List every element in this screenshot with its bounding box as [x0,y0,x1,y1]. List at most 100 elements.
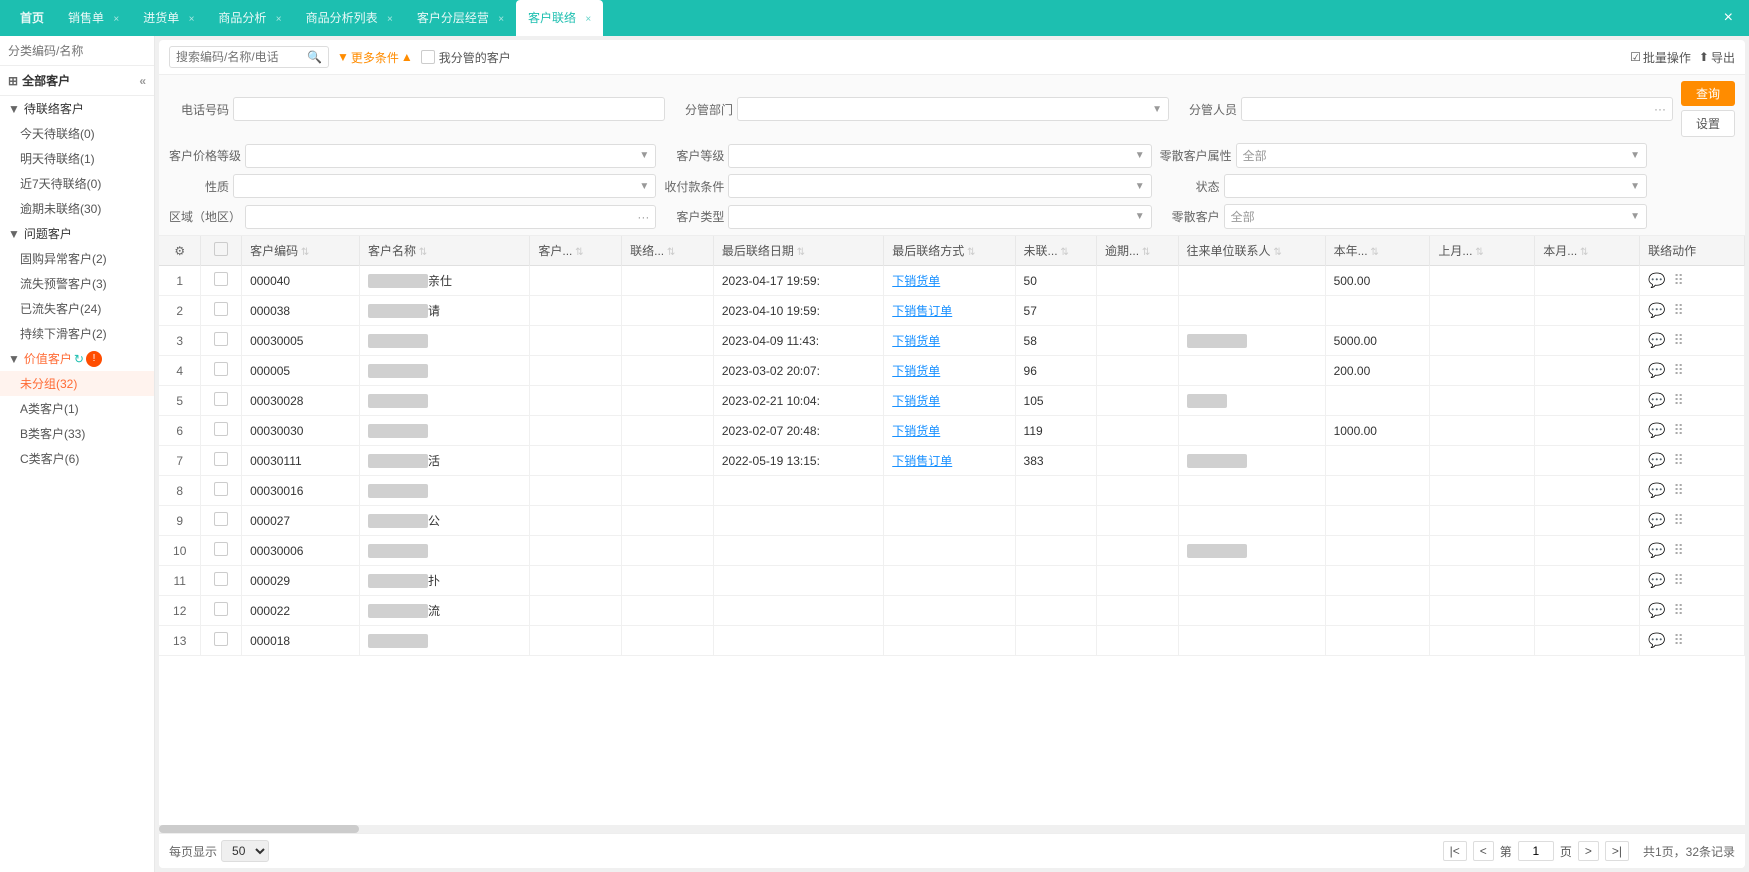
collapse-icon[interactable]: « [139,74,146,88]
contact-icon[interactable]: 💬 [1648,452,1665,469]
row-checkbox[interactable] [214,572,228,586]
more-icon[interactable]: ⠿ [1674,272,1684,289]
next-page-btn[interactable]: > [1578,841,1599,861]
sidebar-item-ungrouped[interactable]: 未分组(32) [0,371,154,396]
row-checkbox[interactable] [214,482,228,496]
last-way-link[interactable]: 下销货单 [892,394,940,408]
contact-icon[interactable]: 💬 [1648,512,1665,529]
contact-icon[interactable]: 💬 [1648,272,1665,289]
contact-icon[interactable]: 💬 [1648,332,1665,349]
select-retail-attr[interactable]: 全部▼ [1236,143,1647,168]
contact-icon[interactable]: 💬 [1648,542,1665,559]
col-header-partner[interactable]: 往来单位联系人 [1178,236,1325,266]
nav-purchase[interactable]: 进货单 × [131,0,206,36]
sidebar-item-churn-warning[interactable]: 流失预警客户(3) [0,271,154,296]
scrollbar-thumb[interactable] [159,825,359,833]
last-way-link[interactable]: 下销货单 [892,274,940,288]
col-header-check[interactable] [201,236,242,266]
contact-icon[interactable]: 💬 [1648,302,1665,319]
nav-home[interactable]: 首页 [8,0,56,36]
cell-check[interactable] [201,266,242,296]
more-icon[interactable]: ⠿ [1674,482,1684,499]
cell-check[interactable] [201,506,242,536]
page-size-select[interactable]: 50 [221,840,269,862]
sidebar-item-overdue[interactable]: 逾期未联络(30) [0,196,154,221]
prev-page-btn[interactable]: < [1473,841,1494,861]
col-header-overdue[interactable]: 逾期... [1097,236,1179,266]
nav-customer-contact[interactable]: 客户联络 × [516,0,603,36]
more-icon[interactable]: ⠿ [1674,422,1684,439]
select-status[interactable]: ▼ [1224,174,1647,198]
last-way-link[interactable]: 下销售订单 [892,304,952,318]
close-sales-icon[interactable]: × [113,14,119,25]
nav-goods-list[interactable]: 商品分析列表 × [294,0,405,36]
row-checkbox[interactable] [214,512,228,526]
row-checkbox[interactable] [214,422,228,436]
input-manager[interactable]: ··· [1241,97,1673,121]
filter-search-input[interactable] [176,50,307,64]
cell-check[interactable] [201,476,242,506]
more-icon[interactable]: ⠿ [1674,542,1684,559]
row-checkbox[interactable] [214,362,228,376]
settings-gear-icon[interactable]: ⚙ [174,244,185,258]
cell-check[interactable] [201,416,242,446]
row-checkbox[interactable] [214,452,228,466]
first-page-btn[interactable]: |< [1443,841,1467,861]
last-page-btn[interactable]: >| [1605,841,1629,861]
col-header-contact[interactable]: 联络... [622,236,714,266]
sidebar-item-7days[interactable]: 近7天待联络(0) [0,171,154,196]
sidebar-item-tomorrow[interactable]: 明天待联络(1) [0,146,154,171]
last-way-link[interactable]: 下销货单 [892,334,940,348]
horizontal-scrollbar[interactable] [159,825,1745,833]
sidebar-item-class-c[interactable]: C类客户(6) [0,446,154,471]
select-payment[interactable]: ▼ [728,174,1151,198]
cell-check[interactable] [201,566,242,596]
select-dept[interactable]: ▼ [737,97,1169,121]
sidebar-item-today[interactable]: 今天待联络(0) [0,121,154,146]
col-header-type[interactable]: 客户... [530,236,622,266]
col-header-last-date[interactable]: 最后联络日期 [713,236,883,266]
page-number-input[interactable] [1518,841,1554,861]
select-cust-type[interactable]: ▼ [728,205,1151,229]
contact-icon[interactable]: 💬 [1648,422,1665,439]
sidebar-item-declining[interactable]: 持续下滑客户(2) [0,321,154,346]
last-way-link[interactable]: 下销货单 [892,424,940,438]
close-all-tabs[interactable]: × [1716,9,1741,27]
more-icon[interactable]: ⠿ [1674,302,1684,319]
close-customer-layer-icon[interactable]: × [498,14,504,25]
cell-check[interactable] [201,446,242,476]
select-retail-cust[interactable]: 全部▼ [1224,204,1647,229]
contact-icon[interactable]: 💬 [1648,572,1665,589]
more-icon[interactable]: ⠿ [1674,512,1684,529]
query-btn[interactable]: 查询 [1681,81,1735,106]
more-icon[interactable]: ⠿ [1674,332,1684,349]
input-region[interactable]: ··· [245,205,656,229]
cell-check[interactable] [201,326,242,356]
cell-check[interactable] [201,296,242,326]
close-goods-analysis-icon[interactable]: × [276,14,282,25]
sidebar-section-value[interactable]: ▼ 价值客户 ↻ ! [0,346,154,371]
refresh-icon[interactable]: ↻ [74,352,84,366]
contact-icon[interactable]: 💬 [1648,362,1665,379]
sidebar-item-class-b[interactable]: B类客户(33) [0,421,154,446]
more-icon[interactable]: ⠿ [1674,362,1684,379]
col-header-this-month[interactable]: 本月... [1535,236,1640,266]
row-checkbox[interactable] [214,332,228,346]
more-icon[interactable]: ⠿ [1674,602,1684,619]
sidebar-all-customers[interactable]: ⊞ 全部客户 « [0,66,154,96]
close-purchase-icon[interactable]: × [189,14,195,25]
contact-icon[interactable]: 💬 [1648,602,1665,619]
select-nature[interactable]: ▼ [233,174,656,198]
my-customers-checkbox[interactable]: 我分管的客户 [421,49,511,66]
more-conditions-btn[interactable]: ▼ 更多条件 ▲ [337,49,413,66]
row-checkbox[interactable] [214,392,228,406]
cell-check[interactable] [201,536,242,566]
contact-icon[interactable]: 💬 [1648,632,1665,649]
col-header-code[interactable]: 客户编码 [242,236,360,266]
col-header-no-contact[interactable]: 未联... [1015,236,1097,266]
more-icon[interactable]: ⠿ [1674,632,1684,649]
header-checkbox[interactable] [214,242,228,256]
more-icon[interactable]: ⠿ [1674,392,1684,409]
nav-goods-analysis[interactable]: 商品分析 × [206,0,293,36]
sidebar-item-churned[interactable]: 已流失客户(24) [0,296,154,321]
